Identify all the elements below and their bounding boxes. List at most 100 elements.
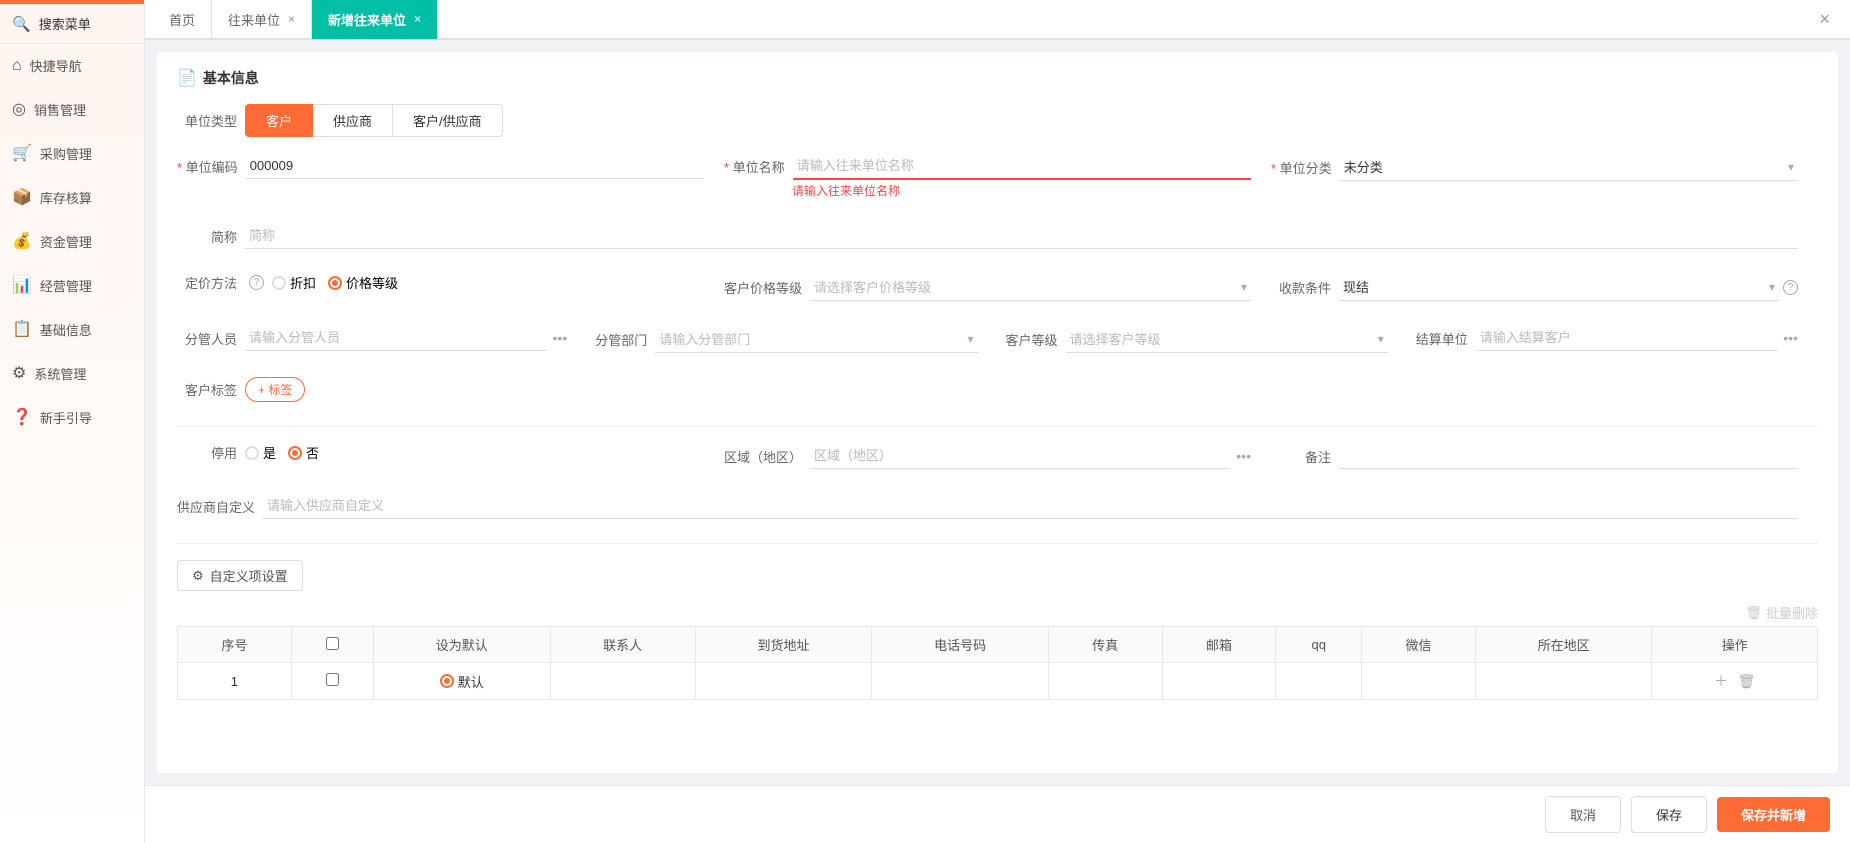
type-btn-supplier[interactable]: 供应商 [313, 104, 392, 137]
contacts-table: 序号 设为默认 联系人 到货地址 电话号码 传真 邮箱 qq 微信 所在地区 操… [177, 626, 1818, 700]
sidebar: 🔍 搜索菜单 ⌂ 快捷导航 ◎ 销售管理 🛒 采购管理 📦 库存核算 💰 资金管… [0, 0, 145, 843]
price-level-label: 客户价格等级 [724, 278, 802, 297]
row-tags: 客户标签 + 标签 [177, 377, 1818, 410]
form-divider [177, 426, 1818, 427]
tabbar: 首页 往来单位 × 新增往来单位 × × [145, 0, 1850, 40]
sidebar-item-inventory[interactable]: 📦 库存核算 [0, 175, 144, 219]
settlement-more-icon[interactable]: ••• [1783, 330, 1798, 346]
delete-row-icon[interactable]: 🗑 [1738, 673, 1756, 689]
payment-terms-help-icon[interactable]: ? [1783, 280, 1798, 295]
tab-home[interactable]: 首页 [153, 0, 212, 39]
field-payment-terms: 收款条件 现结 ▾ ? [1271, 273, 1798, 301]
sidebar-search[interactable]: 🔍 搜索菜单 [0, 4, 144, 44]
close-new-trade-unit-icon[interactable]: × [414, 12, 421, 26]
disabled-yes-label: 是 [263, 443, 276, 462]
cancel-button[interactable]: 取消 [1545, 796, 1621, 833]
row-checkbox[interactable] [326, 673, 339, 686]
radio-price-level[interactable]: 价格等级 [328, 273, 398, 292]
close-all-icon[interactable]: × [1807, 9, 1842, 30]
disabled-no-label: 否 [306, 443, 319, 462]
info-icon: 📄 [177, 68, 197, 88]
settlement-label: 结算单位 [1408, 329, 1468, 348]
region-input[interactable] [810, 443, 1230, 469]
sidebar-item-finance[interactable]: 💰 资金管理 [0, 219, 144, 263]
col-address: 到货地址 [695, 627, 872, 663]
field-manager: 分管人员 ••• [177, 325, 567, 351]
remarks-label: 备注 [1271, 447, 1331, 466]
pricing-help-icon[interactable]: ? [249, 275, 264, 290]
sidebar-item-operations[interactable]: 📊 经营管理 [0, 263, 144, 307]
field-short-name: 简称 [177, 223, 1798, 249]
sales-icon: ◎ [12, 99, 26, 119]
field-disabled: 停用 是 否 [177, 443, 704, 462]
add-tag-button[interactable]: + 标签 [245, 377, 305, 402]
save-new-button[interactable]: 保存并新增 [1717, 797, 1830, 832]
gear-icon: ⚙ [192, 568, 204, 584]
sidebar-item-system[interactable]: ⚙ 系统管理 [0, 351, 144, 395]
radio-discount[interactable]: 折扣 [272, 273, 316, 292]
col-default: 设为默认 [373, 627, 550, 663]
cell-qq [1276, 663, 1362, 700]
remarks-input[interactable] [1339, 443, 1798, 469]
customer-level-placeholder: 请选择客户等级 [1070, 329, 1378, 348]
radio-disabled-no[interactable]: 否 [288, 443, 319, 462]
sidebar-item-label: 经营管理 [40, 276, 92, 295]
sidebar-item-label: 基础信息 [40, 320, 92, 339]
type-btn-both[interactable]: 客户/供应商 [392, 104, 503, 137]
unit-category-arrow-icon: ▾ [1788, 160, 1794, 174]
supplier-custom-input[interactable] [263, 493, 1798, 519]
field-region: 区域（地区） ••• [724, 443, 1251, 469]
sidebar-item-label: 库存核算 [40, 188, 92, 207]
short-name-input[interactable] [245, 223, 1798, 249]
tab-trade-units[interactable]: 往来单位 × [212, 0, 312, 39]
sidebar-item-label: 销售管理 [34, 100, 86, 119]
sidebar-item-sales[interactable]: ◎ 销售管理 [0, 87, 144, 131]
sidebar-item-guide[interactable]: ❓ 新手引导 [0, 395, 144, 439]
sidebar-item-quick-nav[interactable]: ⌂ 快捷导航 [0, 44, 144, 87]
payment-terms-select[interactable]: 现结 ▾ [1339, 273, 1779, 301]
select-all-checkbox[interactable] [326, 637, 339, 650]
field-customer-level: 客户等级 请选择客户等级 ▾ [998, 325, 1388, 353]
batch-delete-button[interactable]: 🗑 批量删除 [1745, 603, 1818, 622]
region-more-icon[interactable]: ••• [1236, 448, 1251, 464]
radio-discount-circle [272, 276, 286, 290]
unit-name-input[interactable] [793, 153, 1251, 180]
cell-action: ＋ 🗑 [1652, 663, 1818, 700]
unit-code-input[interactable] [246, 153, 704, 179]
sidebar-item-label: 资金管理 [40, 232, 92, 251]
purchase-icon: 🛒 [12, 143, 32, 163]
cell-phone [872, 663, 1049, 700]
manager-label: 分管人员 [177, 329, 237, 348]
radio-discount-label: 折扣 [290, 273, 316, 292]
sidebar-item-basic[interactable]: 📋 基础信息 [0, 307, 144, 351]
field-tags: 客户标签 + 标签 [177, 377, 1798, 402]
section-title-label: 基本信息 [203, 68, 259, 88]
sidebar-item-purchase[interactable]: 🛒 采购管理 [0, 131, 144, 175]
add-row-icon[interactable]: ＋ [1714, 673, 1728, 689]
price-level-select[interactable]: 请选择客户价格等级 ▾ [810, 273, 1251, 301]
radio-price-level-circle [328, 276, 342, 290]
customer-level-select[interactable]: 请选择客户等级 ▾ [1066, 325, 1388, 353]
default-radio[interactable]: 默认 [384, 672, 540, 691]
cell-default: 默认 [373, 663, 550, 700]
close-trade-units-icon[interactable]: × [288, 12, 295, 26]
unit-type-label: 单位类型 [177, 111, 237, 130]
tab-new-trade-unit[interactable]: 新增往来单位 × [312, 0, 438, 39]
unit-category-select[interactable]: 未分类 ▾ [1340, 153, 1798, 181]
manager-input[interactable] [245, 325, 547, 351]
manager-more-icon[interactable]: ••• [553, 330, 568, 346]
row-pricing: 定价方法 ? 折扣 价格等级 客户价格等级 请选择客户价格等级 [177, 273, 1818, 309]
radio-disabled-yes[interactable]: 是 [245, 443, 276, 462]
col-fax: 传真 [1048, 627, 1162, 663]
custom-settings-button[interactable]: ⚙ 自定义项设置 [177, 560, 303, 591]
payment-terms-value: 现结 [1343, 277, 1769, 296]
disabled-yes-circle [245, 446, 259, 460]
field-settlement-unit: 结算单位 ••• [1408, 325, 1798, 351]
sidebar-search-label: 搜索菜单 [39, 14, 91, 33]
settlement-input[interactable] [1476, 325, 1778, 351]
unit-type-row: 单位类型 客户 供应商 客户/供应商 [177, 104, 1818, 137]
dept-select[interactable]: 请输入分管部门 ▾ [655, 325, 977, 353]
type-btn-customer[interactable]: 客户 [245, 104, 313, 137]
save-button[interactable]: 保存 [1631, 796, 1707, 833]
col-contact: 联系人 [550, 627, 695, 663]
